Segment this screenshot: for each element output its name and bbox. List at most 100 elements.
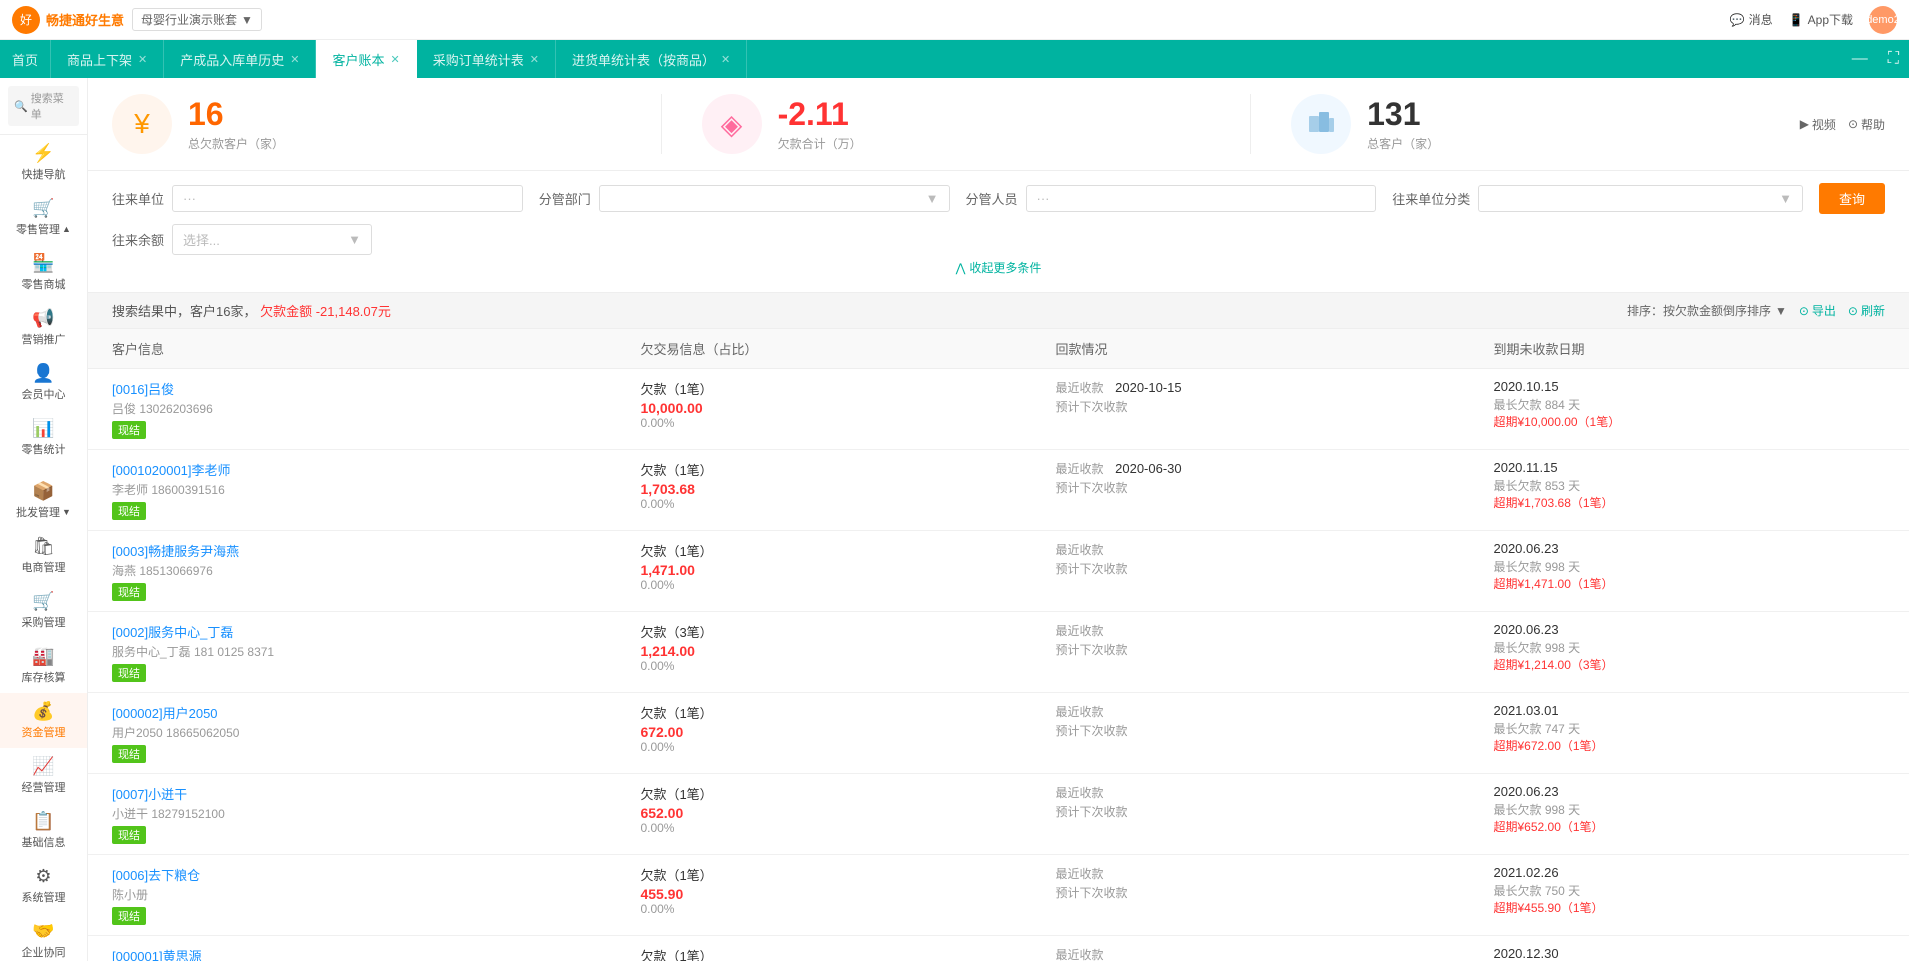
ops-label: 经营管理 <box>22 779 66 795</box>
debt-amount-3[interactable]: 1,214.00 <box>640 643 1007 659</box>
tab-close-icon[interactable]: ✕ <box>721 53 730 66</box>
tab-customer-account[interactable]: 客户账本 ✕ <box>316 40 416 78</box>
sort-selector[interactable]: 排序：按欠款金额倒序排序 ▼ <box>1627 302 1787 319</box>
debt-amount-5[interactable]: 652.00 <box>640 805 1007 821</box>
debt-amount-6[interactable]: 455.90 <box>640 886 1007 902</box>
filter-source-unit: 往来单位 ··· <box>112 185 523 212</box>
customer-name-4[interactable]: [000002]用户2050 <box>112 703 592 722</box>
tab-close-icon[interactable]: ✕ <box>391 53 400 66</box>
customer-sub-4: 用户2050 18665062050 <box>112 724 592 741</box>
filter-row-1: 往来单位 ··· 分管部门 ▼ 分管人员 <box>112 183 1885 214</box>
refresh-icon: ⊙ <box>1848 304 1858 318</box>
sidebar-item-system[interactable]: ⚙ 系统管理 <box>0 858 87 913</box>
unit-category-label: 往来单位分类 <box>1392 189 1470 208</box>
tab-purchase-stat[interactable]: 采购订单统计表 ✕ <box>417 40 556 78</box>
sidebar-item-corp[interactable]: 🤝 企业协同 <box>0 913 87 961</box>
customer-name-1[interactable]: [0001020001]李老师 <box>112 460 592 479</box>
search-placeholder: 搜索菜单 <box>31 90 73 122</box>
customer-name-2[interactable]: [0003]畅捷服务尹海燕 <box>112 541 592 560</box>
sidebar-search-area[interactable]: 🔍 搜索菜单 <box>0 78 87 135</box>
debt-percent-3: 0.00% <box>640 659 1007 673</box>
top-bar-right: 💬 消息 📱 App下载 demo2 <box>1730 6 1897 34</box>
corp-icon: 🤝 <box>32 921 54 942</box>
stat-help-area: ▶ 视频 ⊙ 帮助 <box>1800 116 1885 133</box>
unit-category-select[interactable]: ▼ <box>1478 185 1803 212</box>
overdue-amount-4[interactable]: 超期¥672.00（1笔） <box>1493 737 1885 754</box>
corp-label: 企业协同 <box>22 944 66 960</box>
arrow-icon: ▲ <box>62 224 71 234</box>
overdue-amount-2[interactable]: 超期¥1,471.00（1笔） <box>1493 575 1885 592</box>
refresh-button[interactable]: ⊙ 刷新 <box>1848 302 1885 319</box>
tab-inbound-stat[interactable]: 进货单统计表（按商品） ✕ <box>556 40 747 78</box>
sidebar-item-retail-stat[interactable]: 📊 零售统计 <box>0 410 87 465</box>
debt-amount-0[interactable]: 10,000.00 <box>640 400 1007 416</box>
help-label: 帮助 <box>1861 116 1885 133</box>
purchase-label: 采购管理 <box>22 614 66 630</box>
stat-block-debt-total: ◈ -2.11 欠款合计（万） <box>702 94 1211 154</box>
sidebar-item-retail-mgmt[interactable]: 🛒 零售管理 ▲ <box>0 190 87 245</box>
person-input[interactable]: ··· <box>1026 185 1377 212</box>
customer-name-5[interactable]: [0007]小迸干 <box>112 784 592 803</box>
cell-debt-0: 欠款（1笔） 10,000.00 0.00% <box>616 369 1031 450</box>
message-button[interactable]: 💬 消息 <box>1730 11 1773 28</box>
tab-product-history[interactable]: 产成品入库单历史 ✕ <box>164 40 316 78</box>
overdue-amount-0[interactable]: 超期¥10,000.00（1笔） <box>1493 413 1885 430</box>
sidebar-item-ecommerce[interactable]: 🛍 电商管理 <box>0 528 87 583</box>
help-icon: ⊙ <box>1848 117 1858 131</box>
last-payment-0: 最近收款 2020-10-15 <box>1055 379 1445 396</box>
source-unit-input[interactable]: ··· <box>172 185 523 212</box>
th-due-date: 到期未收款日期 <box>1469 329 1909 369</box>
next-payment-4: 预计下次收款 <box>1055 722 1445 739</box>
debt-amount-4[interactable]: 672.00 <box>640 724 1007 740</box>
tab-home[interactable]: 首页 <box>0 40 51 78</box>
sidebar-item-ops[interactable]: 📈 经营管理 <box>0 748 87 803</box>
top-bar: 好 畅捷通好生意 母婴行业演示账套 ▼ 💬 消息 📱 App下载 demo2 <box>0 0 1909 40</box>
sidebar-item-finance[interactable]: 💰 资金管理 <box>0 693 87 748</box>
tab-minimize-icon[interactable]: — <box>1842 50 1878 68</box>
sidebar-item-member[interactable]: 👤 会员中心 <box>0 355 87 410</box>
app-download-button[interactable]: 📱 App下载 <box>1789 11 1853 28</box>
table-row: [0001020001]李老师 李老师 18600391516 现结 欠款（1笔… <box>88 450 1909 531</box>
balance-select[interactable]: 选择... ▼ <box>172 224 372 255</box>
tab-product-offline[interactable]: 商品上下架 ✕ <box>51 40 164 78</box>
table-row: [0003]畅捷服务尹海燕 海燕 18513066976 现结 欠款（1笔） 1… <box>88 531 1909 612</box>
sidebar-item-retail-store[interactable]: 🏪 零售商城 <box>0 245 87 300</box>
table-row: [000001]黄思源 黄思源 13552700226 现结 欠款（1笔） 42… <box>88 936 1909 961</box>
debt-amount-1[interactable]: 1,703.68 <box>640 481 1007 497</box>
th-customer-info: 客户信息 <box>88 329 616 369</box>
sidebar-item-wholesale[interactable]: 📦 批发管理 ▼ <box>0 473 87 528</box>
customer-name-0[interactable]: [0016]吕俊 <box>112 379 592 398</box>
debt-customers-label: 总欠款客户（家） <box>188 135 284 152</box>
overdue-amount-3[interactable]: 超期¥1,214.00（3笔） <box>1493 656 1885 673</box>
customer-name-3[interactable]: [0002]服务中心_丁磊 <box>112 622 592 641</box>
collapse-row[interactable]: ⋀ 收起更多条件 <box>112 255 1885 280</box>
retail-mgmt-icon: 🛒 <box>32 198 54 219</box>
company-selector[interactable]: 母婴行业演示账套 ▼ <box>132 8 262 31</box>
cell-customer-6: [0006]去下粮仓 陈小册 现结 <box>88 855 616 936</box>
user-avatar[interactable]: demo2 <box>1869 6 1897 34</box>
overdue-amount-1[interactable]: 超期¥1,703.68（1笔） <box>1493 494 1885 511</box>
member-icon: 👤 <box>32 363 54 384</box>
tab-home-label: 首页 <box>12 50 38 69</box>
dept-select[interactable]: ▼ <box>599 185 950 212</box>
sidebar-item-warehouse[interactable]: 🏭 库存核算 <box>0 638 87 693</box>
export-button[interactable]: ⊙ 导出 <box>1799 302 1836 319</box>
help-button[interactable]: ⊙ 帮助 <box>1848 116 1885 133</box>
video-help-button[interactable]: ▶ 视频 <box>1800 116 1836 133</box>
customer-name-6[interactable]: [0006]去下粮仓 <box>112 865 592 884</box>
th-debt-info: 欠交易信息（占比） <box>616 329 1031 369</box>
customer-name-7[interactable]: [000001]黄思源 <box>112 946 592 961</box>
overdue-amount-6[interactable]: 超期¥455.90（1笔） <box>1493 899 1885 916</box>
sidebar-item-purchase[interactable]: 🛒 采购管理 <box>0 583 87 638</box>
sidebar-search-box[interactable]: 🔍 搜索菜单 <box>8 86 79 126</box>
sidebar-item-basic[interactable]: 📋 基础信息 <box>0 803 87 858</box>
debt-amount-2[interactable]: 1,471.00 <box>640 562 1007 578</box>
tab-close-icon[interactable]: ✕ <box>530 53 539 66</box>
query-button[interactable]: 查询 <box>1819 183 1885 214</box>
sidebar-item-marketing[interactable]: 📢 营销推广 <box>0 300 87 355</box>
sidebar-item-quick-nav[interactable]: ⚡ 快捷导航 <box>0 135 87 190</box>
overdue-amount-5[interactable]: 超期¥652.00（1笔） <box>1493 818 1885 835</box>
tab-expand-icon[interactable]: ⛶ <box>1878 50 1909 68</box>
tab-close-icon[interactable]: ✕ <box>138 53 147 66</box>
tab-close-icon[interactable]: ✕ <box>290 53 299 66</box>
